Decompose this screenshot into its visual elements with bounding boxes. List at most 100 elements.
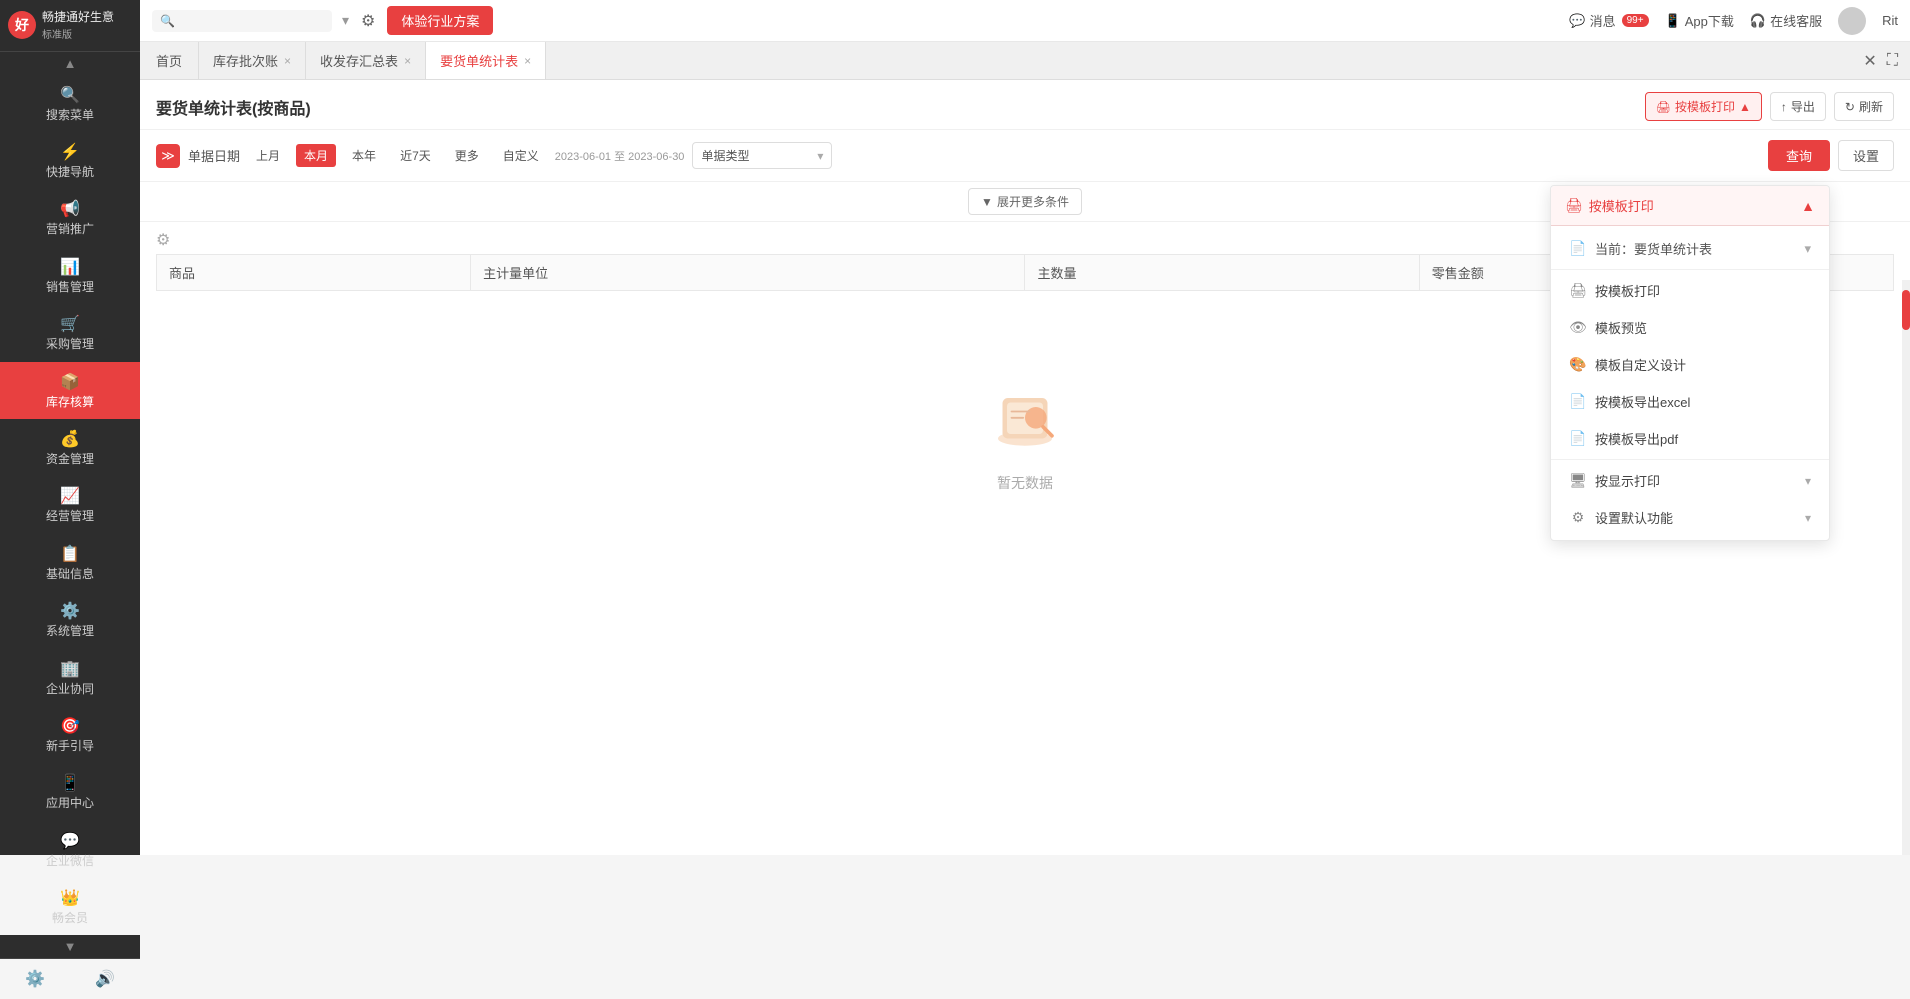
sidebar-item-search[interactable]: 🔍 搜索菜单: [0, 75, 140, 132]
page-inner: 要货单统计表(按商品) 🖨 按模板打印 ▲ ↑ 导出 ↻ 刷新: [140, 80, 1910, 855]
query-button[interactable]: 查询: [1768, 140, 1830, 171]
date-option-more[interactable]: 更多: [447, 144, 487, 167]
app-logo: 好 畅捷通好生意 标准版: [0, 0, 140, 52]
dropdown-header: 🖨 按模板打印 ▲: [1551, 186, 1829, 226]
dropdown-item-template-print[interactable]: 🖨 按模板打印: [1551, 272, 1829, 309]
dropdown-item-template-custom[interactable]: 🎨 模板自定义设计: [1551, 346, 1829, 383]
dropdown-close-icon[interactable]: ▲: [1801, 198, 1815, 214]
print-icon: 🖨: [1656, 100, 1671, 114]
print-template-button[interactable]: 🖨 按模板打印 ▲: [1645, 92, 1762, 121]
sidebar-item-operation[interactable]: 📈 经营管理: [0, 476, 140, 533]
template-custom-label: 模板自定义设计: [1595, 355, 1686, 374]
dropdown-item-export-excel[interactable]: 📄 按模板导出excel: [1551, 383, 1829, 420]
sidebar-item-enterprise[interactable]: 🏢 企业协同: [0, 649, 140, 706]
sidebar-item-quick-nav[interactable]: ⚡ 快捷导航: [0, 132, 140, 189]
sidebar-item-new-guide[interactable]: 🎯 新手引导: [0, 706, 140, 763]
tab-inventory-batch[interactable]: 库存批次账 ×: [199, 42, 306, 79]
tab-home[interactable]: 首页: [140, 42, 199, 79]
gear-icon[interactable]: ⚙: [361, 11, 375, 31]
settings-icon[interactable]: ⚙️: [25, 969, 45, 989]
tab-inventory-batch-label: 库存批次账: [213, 51, 278, 70]
template-print-icon: 🖨: [1569, 282, 1587, 299]
sidebar-item-system[interactable]: ⚙️ 系统管理: [0, 591, 140, 648]
print-template-label: 按模板打印: [1675, 98, 1735, 115]
dropdown-item-set-default[interactable]: ⚙ 设置默认功能 ▾: [1551, 499, 1829, 536]
quick-nav-icon: ⚡: [60, 142, 80, 162]
search-dropdown-icon[interactable]: ▾: [342, 12, 349, 29]
dropdown-current-item[interactable]: 📄 当前：要货单统计表 ▾: [1551, 230, 1829, 267]
sidebar-item-basic-info[interactable]: 📋 基础信息: [0, 534, 140, 591]
export-label: 导出: [1791, 98, 1815, 115]
speaker-icon[interactable]: 🔊: [95, 969, 115, 989]
tab-close-collection-summary[interactable]: ×: [404, 54, 411, 68]
template-custom-icon: 🎨: [1569, 356, 1587, 373]
app-download-group[interactable]: 📱 App下载: [1665, 11, 1734, 30]
tab-close-order-stats[interactable]: ×: [524, 54, 531, 68]
dropdown-item-display-print[interactable]: 🖥 按显示打印 ▾: [1551, 462, 1829, 499]
app-download-label: App下载: [1685, 11, 1734, 30]
tab-close-window-icon[interactable]: ✕: [1861, 49, 1878, 73]
right-scrollbar[interactable]: [1902, 280, 1910, 855]
sidebar-item-label: 资金管理: [46, 452, 94, 466]
trial-button[interactable]: 体验行业方案: [387, 6, 493, 35]
user-avatar[interactable]: [1838, 7, 1866, 35]
date-option-7-days[interactable]: 近7天: [392, 144, 439, 167]
enterprise-wechat-icon: 💬: [60, 831, 80, 851]
dropdown-item-export-pdf[interactable]: 📄 按模板导出pdf: [1551, 420, 1829, 457]
date-option-this-year[interactable]: 本年: [344, 144, 384, 167]
sidebar-item-marketing[interactable]: 📢 营销推广: [0, 189, 140, 246]
online-service-group[interactable]: 🎧 在线客服: [1750, 11, 1822, 30]
set-default-icon: ⚙: [1569, 509, 1587, 526]
col-product: 商品: [157, 255, 471, 291]
sidebar-item-member[interactable]: 👑 畅会员: [0, 878, 140, 935]
sidebar-item-label: 系统管理: [46, 624, 94, 638]
date-option-custom[interactable]: 自定义: [495, 144, 547, 167]
messages-group[interactable]: 💬 消息 99+: [1569, 11, 1648, 30]
sidebar-item-sales[interactable]: 📊 销售管理: [0, 247, 140, 304]
document-type-select[interactable]: 单据类型 ▾: [692, 142, 832, 169]
template-print-label: 按模板打印: [1595, 281, 1660, 300]
settings-button[interactable]: 设置: [1838, 140, 1894, 171]
sidebar-item-label: 新手引导: [46, 739, 94, 753]
search-input[interactable]: [175, 14, 324, 28]
date-option-this-month[interactable]: 本月: [296, 144, 336, 167]
table-settings-icon[interactable]: ⚙: [156, 230, 170, 250]
date-option-last-month[interactable]: 上月: [248, 144, 288, 167]
tab-bar: 首页 库存批次账 × 收发存汇总表 × 要货单统计表 × ✕ ⛶: [140, 42, 1910, 80]
sidebar-item-label: 库存核算: [46, 395, 94, 409]
dropdown-item-template-preview[interactable]: 👁 模板预览: [1551, 309, 1829, 346]
top-search-box[interactable]: 🔍: [152, 10, 332, 32]
sidebar-item-finance[interactable]: 💰 资金管理: [0, 419, 140, 476]
sidebar-item-label: 销售管理: [46, 280, 94, 294]
sidebar-item-purchase[interactable]: 🛒 采购管理: [0, 304, 140, 361]
basic-info-icon: 📋: [60, 544, 80, 564]
marketing-icon: 📢: [60, 199, 80, 219]
username: Rit: [1882, 13, 1898, 28]
top-bar-right: 💬 消息 99+ 📱 App下载 🎧 在线客服 Rit: [1569, 7, 1898, 35]
sidebar-item-inventory[interactable]: 📦 库存核算: [0, 362, 140, 419]
sidebar-item-label: 畅会员: [52, 911, 88, 925]
sidebar-item-label: 企业协同: [46, 682, 94, 696]
member-icon: 👑: [60, 888, 80, 908]
sidebar-bottom: ⚙️ 🔊: [0, 958, 140, 999]
export-button[interactable]: ↑ 导出: [1770, 92, 1826, 121]
current-template-icon: 📄: [1569, 240, 1587, 257]
set-default-label: 设置默认功能: [1595, 508, 1673, 527]
refresh-button[interactable]: ↻ 刷新: [1834, 92, 1894, 121]
expand-more-button[interactable]: ▼ 展开更多条件: [968, 188, 1082, 215]
tab-bar-right: ✕ ⛶: [1861, 49, 1910, 73]
messages-label: 消息: [1590, 11, 1616, 30]
tab-maximize-icon[interactable]: ⛶: [1885, 50, 1900, 72]
current-chevron-icon: ▾: [1804, 241, 1811, 257]
filter-expand-button[interactable]: ≫: [156, 144, 180, 168]
filter-row: ≫ 单据日期 上月 本月 本年 近7天 更多 自定义 2023-06-01 至 …: [140, 130, 1910, 182]
tab-collection-summary[interactable]: 收发存汇总表 ×: [306, 42, 426, 79]
tab-order-stats[interactable]: 要货单统计表 ×: [426, 42, 546, 79]
scroll-down-arrow[interactable]: ▼: [0, 935, 140, 958]
sidebar: 好 畅捷通好生意 标准版 ▲ 🔍 搜索菜单 ⚡ 快捷导航 📢 营销推广 📊 销售…: [0, 0, 140, 855]
sidebar-item-app-center[interactable]: 📱 应用中心: [0, 763, 140, 820]
date-filter-label: 单据日期: [188, 146, 240, 165]
scroll-up-arrow[interactable]: ▲: [0, 52, 140, 75]
sidebar-item-enterprise-wechat[interactable]: 💬 企业微信: [0, 821, 140, 878]
tab-close-inventory-batch[interactable]: ×: [284, 54, 291, 68]
